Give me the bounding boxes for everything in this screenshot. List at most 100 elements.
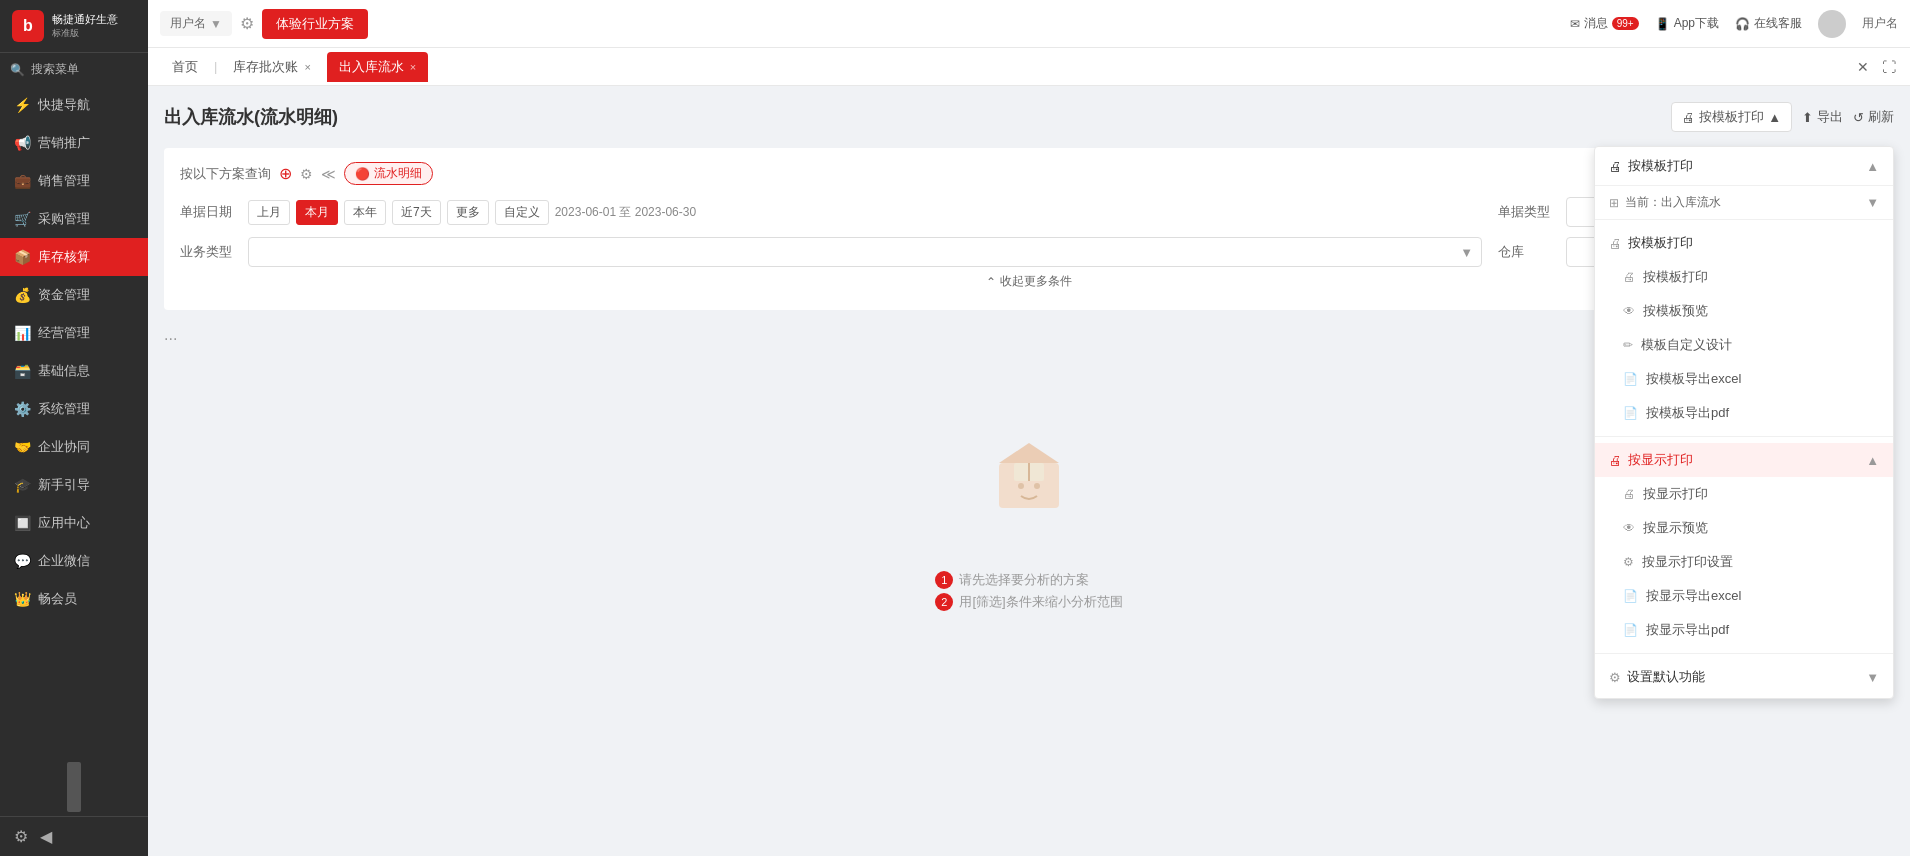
display-export-excel-item[interactable]: 📄 按显示导出excel bbox=[1595, 579, 1893, 613]
display-print-icon: 🖨 bbox=[1609, 453, 1622, 468]
topbar-gear-icon[interactable]: ⚙ bbox=[240, 14, 254, 33]
search-icon: 🔍 bbox=[10, 63, 25, 77]
template-preview-item[interactable]: 👁 按模板预览 bbox=[1595, 294, 1893, 328]
display-print-header[interactable]: 🖨 按显示打印 ▲ bbox=[1595, 443, 1893, 477]
item-preview2-icon: 👁 bbox=[1623, 521, 1635, 535]
active-filter-chip[interactable]: 🔴 流水明细 bbox=[344, 162, 433, 185]
user-selector[interactable]: 用户名 ▼ bbox=[160, 11, 232, 36]
tab-flow[interactable]: 出入库流水 × bbox=[327, 52, 428, 82]
warehouse-label: 仓库 bbox=[1498, 243, 1558, 261]
more-actions-icon[interactable]: ··· bbox=[164, 330, 177, 348]
biztype-dropdown-icon: ▼ bbox=[1460, 245, 1473, 260]
set-default-icon: ⚙ bbox=[1609, 670, 1621, 685]
headset-icon: 🎧 bbox=[1735, 17, 1750, 31]
sidebar-item-inventory[interactable]: 📦 库存核算 bbox=[0, 238, 148, 276]
dropdown-collapse-icon[interactable]: ▲ bbox=[1866, 159, 1879, 174]
online-service-button[interactable]: 🎧 在线客服 bbox=[1735, 15, 1802, 32]
template-export-pdf-item[interactable]: 📄 按模板导出pdf bbox=[1595, 396, 1893, 430]
svg-marker-1 bbox=[999, 443, 1059, 463]
sidebar-item-enterprise[interactable]: 🤝 企业协同 bbox=[0, 428, 148, 466]
filter-collapse-button[interactable]: ≪ bbox=[321, 166, 336, 182]
display-preview-item[interactable]: 👁 按显示预览 bbox=[1595, 511, 1893, 545]
display-print-settings-item[interactable]: ⚙ 按显示打印设置 bbox=[1595, 545, 1893, 579]
biztype-label: 业务类型 bbox=[180, 243, 240, 261]
biztype-select[interactable]: ▼ bbox=[248, 237, 1482, 267]
sidebar-item-basic[interactable]: 🗃️ 基础信息 bbox=[0, 352, 148, 390]
display-print-item[interactable]: 🖨 按显示打印 bbox=[1595, 477, 1893, 511]
nav-icon: 📢 bbox=[14, 135, 30, 151]
chevron-up-icon: ⌃ bbox=[986, 275, 996, 289]
filter-label: 按以下方案查询 bbox=[180, 165, 271, 183]
sidebar-item-finance[interactable]: 💰 资金管理 bbox=[0, 276, 148, 314]
date-buttons: 上月 本月 本年 近7天 更多 自定义 2023-06-01 至 2023-06… bbox=[248, 200, 696, 225]
app-download-button[interactable]: 📱 App下载 bbox=[1655, 15, 1719, 32]
current-month-btn[interactable]: 本月 bbox=[296, 200, 338, 225]
sidebar-item-marketing[interactable]: 📢 营销推广 bbox=[0, 124, 148, 162]
search-menu-button[interactable]: 🔍 搜索菜单 bbox=[0, 53, 148, 86]
refresh-icon: ↺ bbox=[1853, 110, 1864, 125]
divider bbox=[1595, 219, 1893, 220]
main-area: 用户名 ▼ ⚙ 体验行业方案 ✉ 消息 99+ 📱 App下载 🎧 在线客服 用… bbox=[148, 0, 1910, 856]
date-field-label: 单据日期 bbox=[180, 203, 240, 221]
sidebar-item-system[interactable]: ⚙️ 系统管理 bbox=[0, 390, 148, 428]
nav-icon: 🛒 bbox=[14, 211, 30, 227]
settings-icon[interactable]: ⚙ bbox=[14, 827, 28, 846]
current-year-btn[interactable]: 本年 bbox=[344, 200, 386, 225]
message-icon: ✉ bbox=[1570, 17, 1580, 31]
display-export-pdf-item[interactable]: 📄 按显示导出pdf bbox=[1595, 613, 1893, 647]
item-pdf-icon: 📄 bbox=[1623, 406, 1638, 420]
doctype-label: 单据类型 bbox=[1498, 203, 1558, 221]
refresh-button[interactable]: ↺ 刷新 bbox=[1853, 108, 1894, 126]
tab-close-batch[interactable]: × bbox=[304, 61, 310, 73]
sidebar-item-sales[interactable]: 💼 销售管理 bbox=[0, 162, 148, 200]
close-window-button[interactable]: ✕ bbox=[1854, 58, 1872, 76]
nav-icon: 🗃️ bbox=[14, 363, 30, 379]
template-print-icon: 🖨 bbox=[1609, 236, 1622, 251]
topbar-right: ✉ 消息 99+ 📱 App下载 🎧 在线客服 用户名 bbox=[1570, 10, 1898, 38]
chevron-up-icon: ▲ bbox=[1768, 110, 1781, 125]
custom-date-btn[interactable]: 自定义 bbox=[495, 200, 549, 225]
tabs-bar: 首页 | 库存批次账 × 出入库流水 × ✕ ⛶ bbox=[148, 48, 1910, 86]
export-button[interactable]: ⬆ 导出 bbox=[1802, 108, 1843, 126]
current-dropdown-icon[interactable]: ▼ bbox=[1866, 195, 1879, 210]
maximize-window-button[interactable]: ⛶ bbox=[1880, 58, 1898, 76]
filter-add-button[interactable]: ⊕ bbox=[279, 164, 292, 183]
sidebar-item-guide[interactable]: 🎓 新手引导 bbox=[0, 466, 148, 504]
print-template-button[interactable]: 🖨 按模板打印 ▲ bbox=[1671, 102, 1792, 132]
nav-icon: 📦 bbox=[14, 249, 30, 265]
more-date-btn[interactable]: 更多 bbox=[447, 200, 489, 225]
collapse-sidebar-icon[interactable]: ◀ bbox=[40, 827, 52, 846]
nav-icon: 💬 bbox=[14, 553, 30, 569]
nav-icon: 🔲 bbox=[14, 515, 30, 531]
template-custom-item[interactable]: ✏ 模板自定义设计 bbox=[1595, 328, 1893, 362]
tab-home[interactable]: 首页 bbox=[160, 52, 210, 82]
last-month-btn[interactable]: 上月 bbox=[248, 200, 290, 225]
template-print-header[interactable]: 🖨 按模板打印 bbox=[1595, 226, 1893, 260]
sidebar-item-purchase[interactable]: 🛒 采购管理 bbox=[0, 200, 148, 238]
template-export-excel-item[interactable]: 📄 按模板导出excel bbox=[1595, 362, 1893, 396]
industry-plan-button[interactable]: 体验行业方案 bbox=[262, 9, 368, 39]
template-print-item[interactable]: 🖨 按模板打印 bbox=[1595, 260, 1893, 294]
divider-2 bbox=[1595, 436, 1893, 437]
item-excel-icon: 📄 bbox=[1623, 372, 1638, 386]
message-button[interactable]: ✉ 消息 99+ bbox=[1570, 15, 1639, 32]
sidebar-item-quick-nav[interactable]: ⚡ 快捷导航 bbox=[0, 86, 148, 124]
download-icon: 📱 bbox=[1655, 17, 1670, 31]
sidebar-bottom: ⚙ ◀ bbox=[0, 816, 148, 856]
sidebar-item-apps[interactable]: 🔲 应用中心 bbox=[0, 504, 148, 542]
set-default-header[interactable]: ⚙ 设置默认功能 ▼ bbox=[1595, 660, 1893, 694]
filter-settings-button[interactable]: ⚙ bbox=[300, 166, 313, 182]
user-avatar[interactable] bbox=[1818, 10, 1846, 38]
display-section-collapse-icon: ▲ bbox=[1866, 453, 1879, 468]
tab-batch[interactable]: 库存批次账 × bbox=[221, 52, 322, 82]
sidebar-item-wechat[interactable]: 💬 企业微信 bbox=[0, 542, 148, 580]
sidebar-logo: b 畅捷通好生意 标准版 bbox=[0, 0, 148, 53]
item-excel2-icon: 📄 bbox=[1623, 589, 1638, 603]
print-icon: 🖨 bbox=[1682, 110, 1695, 125]
last-7-btn[interactable]: 近7天 bbox=[392, 200, 441, 225]
sidebar-item-operations[interactable]: 📊 经营管理 bbox=[0, 314, 148, 352]
sidebar-item-member[interactable]: 👑 畅会员 bbox=[0, 580, 148, 618]
tab-close-flow[interactable]: × bbox=[410, 61, 416, 73]
topbar-left: 用户名 ▼ ⚙ 体验行业方案 bbox=[160, 9, 1560, 39]
item-design-icon: ✏ bbox=[1623, 338, 1633, 352]
